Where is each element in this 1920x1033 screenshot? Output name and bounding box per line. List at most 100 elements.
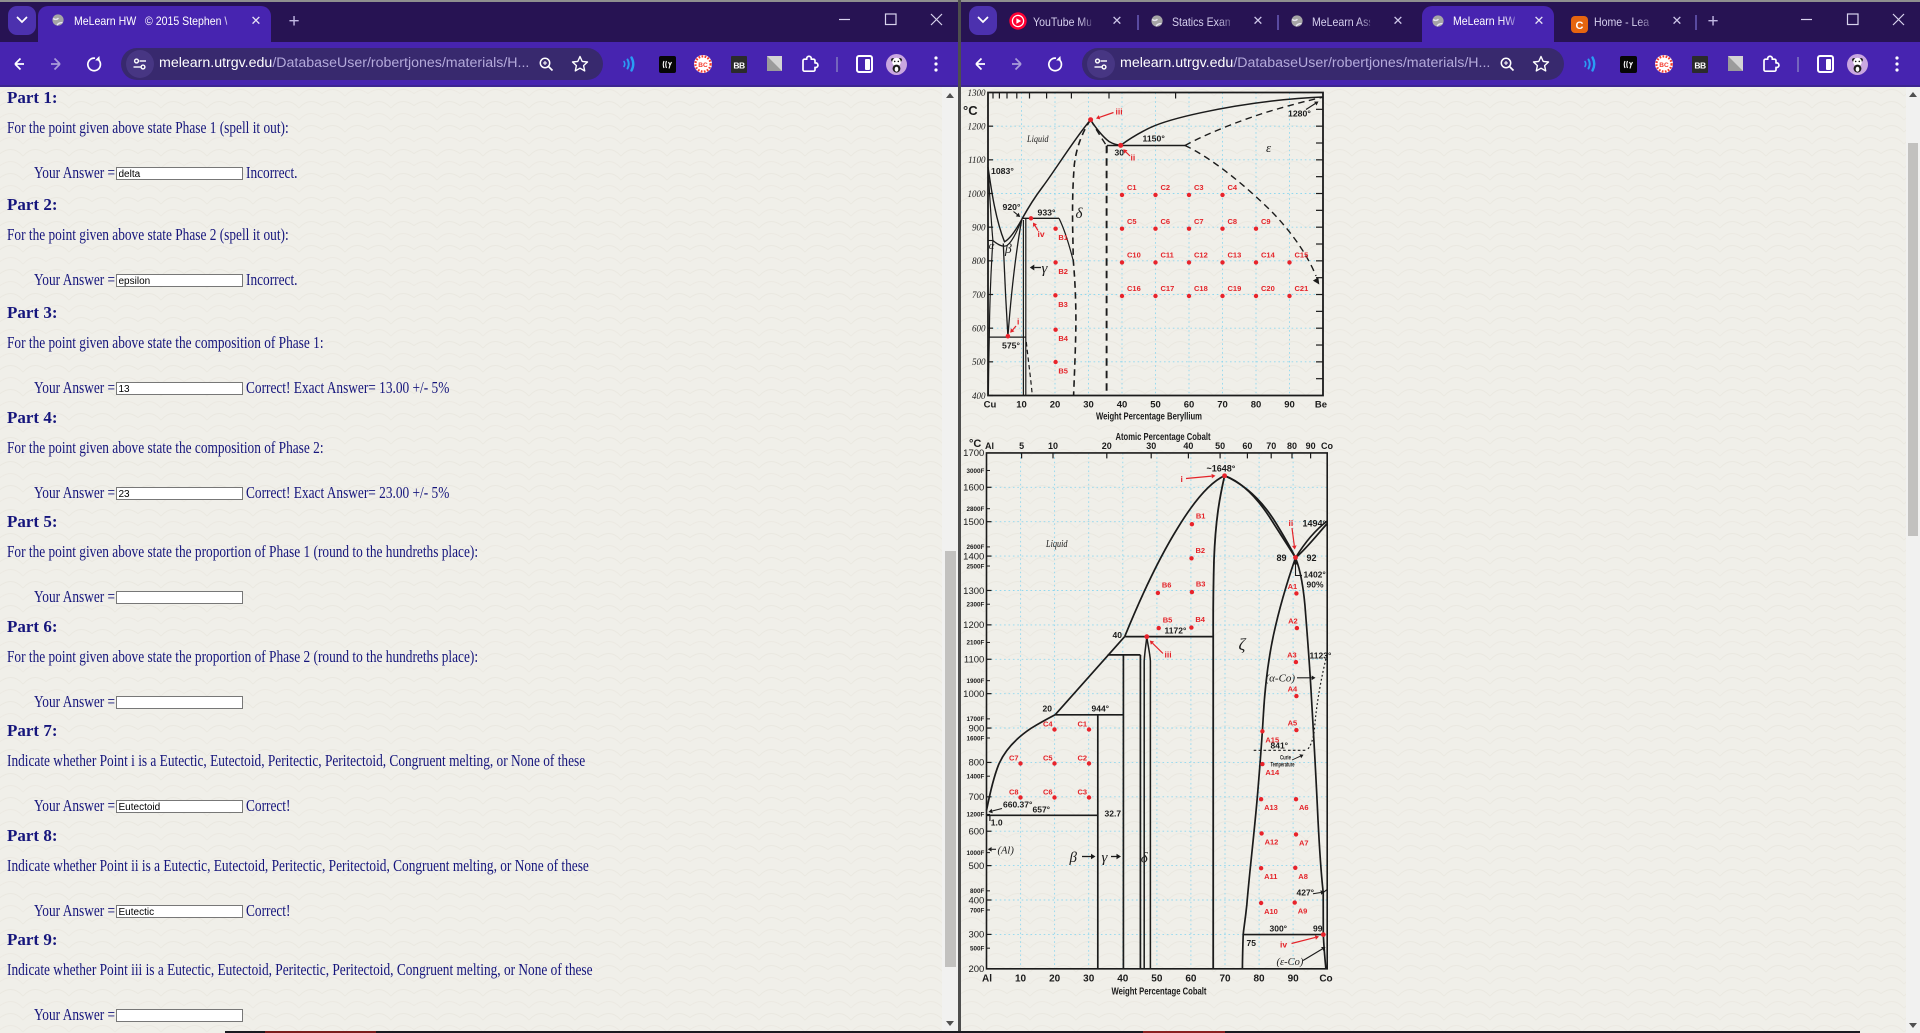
svg-text:75: 75 <box>1247 938 1257 948</box>
svg-text:C15: C15 <box>1295 251 1309 260</box>
svg-text:A2: A2 <box>1288 617 1298 626</box>
svg-text:1300: 1300 <box>963 586 984 597</box>
svg-text:Be: Be <box>1315 400 1327 411</box>
svg-text:90: 90 <box>1306 441 1316 451</box>
svg-text:92: 92 <box>1307 553 1317 563</box>
svg-text:δ: δ <box>1076 206 1084 222</box>
svg-text:β: β <box>1004 241 1012 256</box>
svg-text:B1: B1 <box>1196 512 1206 521</box>
svg-text:B4: B4 <box>1195 615 1205 624</box>
svg-text:Weight Percentage Beryllium: Weight Percentage Beryllium <box>1096 411 1202 423</box>
svg-text:C6: C6 <box>1043 788 1053 797</box>
svg-text:A11: A11 <box>1264 872 1277 881</box>
svg-text:C10: C10 <box>1127 251 1141 260</box>
svg-text:657°: 657° <box>1033 805 1051 815</box>
svg-text:C9: C9 <box>1261 217 1271 226</box>
svg-text:660.37°: 660.37° <box>1003 800 1033 810</box>
svg-text:A9: A9 <box>1298 907 1308 916</box>
svg-text:C8: C8 <box>1228 217 1238 226</box>
svg-text:A6: A6 <box>1299 803 1309 812</box>
svg-text:B5: B5 <box>1163 616 1173 625</box>
svg-text:40: 40 <box>1117 400 1128 411</box>
svg-text:80: 80 <box>1254 974 1266 985</box>
svg-text:Curie: Curie <box>1280 756 1291 762</box>
svg-text:B4: B4 <box>1058 334 1068 343</box>
svg-text:B5: B5 <box>1058 367 1068 376</box>
svg-text:1900F: 1900F <box>966 678 984 685</box>
svg-text:10: 10 <box>1048 441 1058 451</box>
svg-text:1200F: 1200F <box>966 812 984 819</box>
svg-text:i: i <box>1017 317 1019 327</box>
svg-text:C2: C2 <box>1161 183 1171 192</box>
svg-text:C12: C12 <box>1194 251 1208 260</box>
svg-text:C17: C17 <box>1161 284 1175 293</box>
svg-text:iii: iii <box>1165 650 1172 660</box>
svg-text:B1: B1 <box>1058 233 1068 242</box>
svg-text:A7: A7 <box>1299 838 1309 847</box>
svg-text:iv: iv <box>1038 229 1045 239</box>
svg-text:2100F: 2100F <box>966 640 984 647</box>
svg-text:C4: C4 <box>1228 183 1238 192</box>
svg-text:C5: C5 <box>1043 754 1053 763</box>
svg-text:Weight Percentage Cobalt: Weight Percentage Cobalt <box>1112 986 1207 998</box>
svg-text:Liquid: Liquid <box>1045 539 1068 550</box>
svg-text:60: 60 <box>1184 400 1195 411</box>
svg-text:β: β <box>1069 850 1078 866</box>
svg-text:Liquid: Liquid <box>1026 135 1049 145</box>
svg-text:BC: BC <box>1659 62 1669 69</box>
svg-text:20: 20 <box>1102 441 1112 451</box>
svg-text:C1: C1 <box>1127 183 1137 192</box>
svg-text:iv: iv <box>1280 940 1287 950</box>
svg-text:1600: 1600 <box>963 483 984 494</box>
svg-text:A10: A10 <box>1264 907 1278 916</box>
svg-text:Al: Al <box>982 974 992 985</box>
svg-text:A5: A5 <box>1288 719 1298 728</box>
svg-text:20: 20 <box>1043 704 1053 714</box>
svg-text:800: 800 <box>968 758 984 769</box>
svg-text:90%: 90% <box>1307 580 1324 590</box>
svg-text:α: α <box>989 241 995 252</box>
svg-text:20: 20 <box>1049 974 1061 985</box>
svg-text:C11: C11 <box>1161 251 1174 260</box>
svg-text:C19: C19 <box>1228 284 1242 293</box>
svg-text:C6: C6 <box>1161 217 1171 226</box>
svg-text:80: 80 <box>1251 400 1262 411</box>
svg-text:A15: A15 <box>1265 735 1279 744</box>
svg-text:30: 30 <box>1083 974 1095 985</box>
svg-text:BB: BB <box>733 61 745 71</box>
svg-text:1200: 1200 <box>968 121 987 131</box>
svg-text:99: 99 <box>1313 924 1323 934</box>
svg-text:920°: 920° <box>1003 202 1021 212</box>
svg-text:°C: °C <box>963 103 978 118</box>
svg-text:A8: A8 <box>1298 872 1308 881</box>
svg-text:700: 700 <box>968 792 984 803</box>
svg-text:30: 30 <box>1083 400 1094 411</box>
svg-text:300°: 300° <box>1270 924 1288 934</box>
svg-text:A13: A13 <box>1264 803 1278 812</box>
svg-text:γ: γ <box>1102 850 1109 866</box>
svg-text:500: 500 <box>972 357 986 367</box>
svg-text:BC: BC <box>698 62 708 69</box>
svg-text:800: 800 <box>972 256 986 266</box>
svg-text:γ: γ <box>1042 261 1049 277</box>
svg-text:89: 89 <box>1277 553 1287 563</box>
svg-text:500F: 500F <box>970 945 985 952</box>
svg-text:1402°: 1402° <box>1304 570 1327 580</box>
svg-text:700F: 700F <box>970 907 985 914</box>
svg-text:2800F: 2800F <box>966 506 984 513</box>
svg-text:Al: Al <box>985 441 994 451</box>
svg-text:A1: A1 <box>1288 582 1298 591</box>
svg-text:1150°: 1150° <box>1143 134 1166 144</box>
svg-text:C: C <box>1576 20 1584 32</box>
svg-text:50: 50 <box>1150 400 1161 411</box>
svg-text:10: 10 <box>1015 974 1027 985</box>
svg-text:(ε-Co): (ε-Co) <box>1277 957 1304 968</box>
svg-text:1200: 1200 <box>963 620 984 631</box>
svg-text:1400: 1400 <box>963 551 984 562</box>
svg-text:C21: C21 <box>1295 284 1309 293</box>
svg-text:B2: B2 <box>1196 546 1206 555</box>
svg-text:1700F: 1700F <box>966 716 984 723</box>
svg-text:427°: 427° <box>1297 888 1315 898</box>
svg-text:50: 50 <box>1215 441 1225 451</box>
svg-text:1172°: 1172° <box>1165 626 1187 636</box>
